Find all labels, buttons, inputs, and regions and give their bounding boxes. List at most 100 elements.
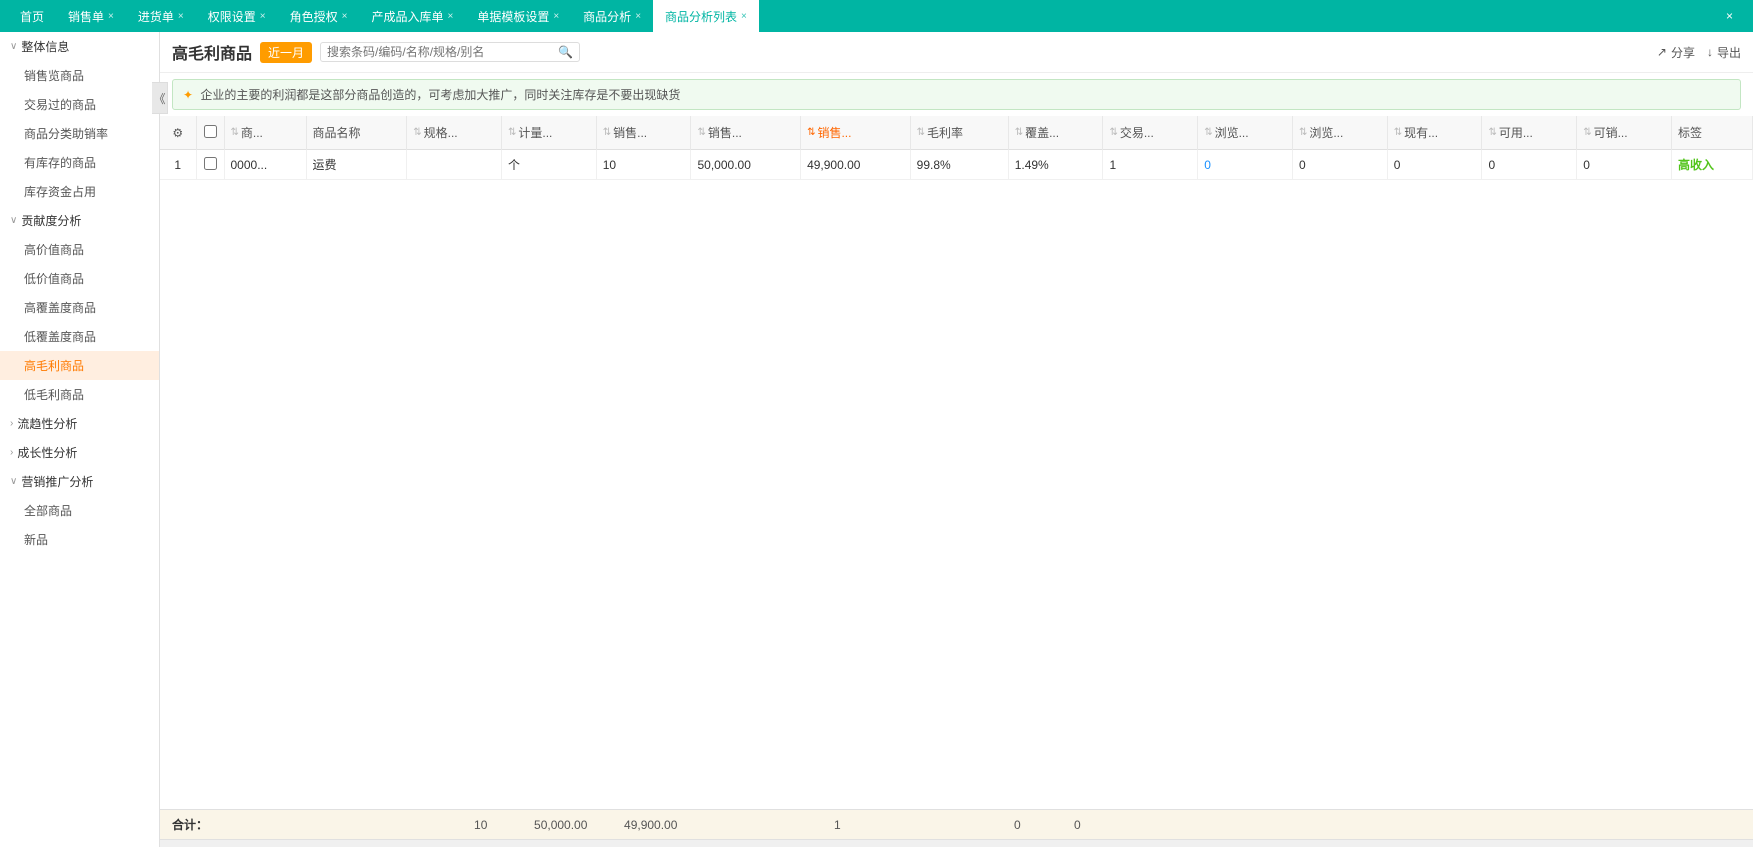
sidebar-item-sales-goods[interactable]: 销售览商品 bbox=[0, 61, 159, 90]
th-cover[interactable]: ⇅ 覆盖... bbox=[1008, 116, 1103, 150]
sidebar-item-in-stock[interactable]: 有库存的商品 bbox=[0, 148, 159, 177]
nav-item-product-analysis[interactable]: 商品分析 × bbox=[571, 0, 653, 32]
sidebar-item-all-goods[interactable]: 全部商品 bbox=[0, 496, 159, 525]
sidebar-group-growth[interactable]: › 成长性分析 bbox=[0, 438, 159, 467]
sidebar-group-overall[interactable]: ∨ 整体信息 bbox=[0, 32, 159, 61]
sidebar-group-trend[interactable]: › 流趋性分析 bbox=[0, 409, 159, 438]
sidebar-item-category-rate[interactable]: 商品分类助销率 bbox=[0, 119, 159, 148]
table-area: ⚙ ⇅ 商... 商品名称 bbox=[160, 116, 1753, 809]
th-name[interactable]: 商品名称 bbox=[306, 116, 407, 150]
chevron-right-icon-2: › bbox=[10, 447, 13, 458]
th-browse2[interactable]: ⇅ 浏览... bbox=[1292, 116, 1387, 150]
sort-icon-14: ⇅ bbox=[1583, 127, 1591, 138]
chevron-down-icon-2: ∨ bbox=[10, 215, 17, 226]
nav-item-template[interactable]: 单据模板设置 × bbox=[465, 0, 571, 32]
cell-unit: 个 bbox=[501, 150, 596, 180]
th-stock-avail[interactable]: ⇅ 可用... bbox=[1482, 116, 1577, 150]
export-button[interactable]: ↓ 导出 bbox=[1707, 44, 1741, 61]
sidebar-item-low-coverage[interactable]: 低覆盖度商品 bbox=[0, 322, 159, 351]
sidebar-item-traded-goods[interactable]: 交易过的商品 bbox=[0, 90, 159, 119]
th-tag[interactable]: 标签 bbox=[1671, 116, 1752, 150]
window-close-button[interactable]: × bbox=[1714, 9, 1745, 23]
chevron-down-icon-3: ∨ bbox=[10, 476, 17, 487]
sidebar-item-high-coverage[interactable]: 高覆盖度商品 bbox=[0, 293, 159, 322]
th-browse1[interactable]: ⇅ 浏览... bbox=[1198, 116, 1293, 150]
th-spec[interactable]: ⇅ 规格... bbox=[407, 116, 502, 150]
footer-sales-qty: 10 bbox=[468, 818, 528, 832]
cell-tag: 高收入 bbox=[1671, 150, 1752, 180]
th-sales-amt[interactable]: ⇅ 销售... bbox=[691, 116, 801, 150]
th-checkbox[interactable] bbox=[196, 116, 224, 150]
nav-item-sales[interactable]: 销售单 × bbox=[56, 0, 126, 32]
close-template-tab[interactable]: × bbox=[553, 11, 559, 22]
chevron-down-icon: ∨ bbox=[10, 41, 17, 52]
nav-item-role[interactable]: 角色授权 × bbox=[278, 0, 360, 32]
th-unit[interactable]: ⇅ 计量... bbox=[501, 116, 596, 150]
cell-browse2: 0 bbox=[1292, 150, 1387, 180]
close-role-tab[interactable]: × bbox=[342, 11, 348, 22]
sidebar-item-low-value[interactable]: 低价值商品 bbox=[0, 264, 159, 293]
filter-recent-month-button[interactable]: 近一月 bbox=[260, 42, 312, 63]
th-stock-sell[interactable]: ⇅ 可销... bbox=[1577, 116, 1672, 150]
horizontal-scrollbar[interactable] bbox=[160, 839, 1753, 847]
th-sales-qty[interactable]: ⇅ 销售... bbox=[596, 116, 691, 150]
close-permission-tab[interactable]: × bbox=[260, 11, 266, 22]
close-product-analysis-list-tab[interactable]: × bbox=[741, 11, 747, 22]
sidebar-item-high-margin[interactable]: 高毛利商品 bbox=[0, 351, 159, 380]
nav-item-home[interactable]: 首页 bbox=[8, 0, 56, 32]
content-area: 高毛利商品 近一月 🔍 ↗ 分享 ↓ 导出 ✦ 企业的主要的利润都是这部分商品创… bbox=[160, 32, 1753, 847]
sidebar-collapse-button[interactable]: 《 bbox=[152, 82, 168, 114]
settings-icon[interactable]: ⚙ bbox=[172, 126, 183, 140]
sort-icon-10: ⇅ bbox=[1204, 127, 1212, 138]
close-sales-tab[interactable]: × bbox=[108, 11, 114, 22]
sidebar-item-new-goods[interactable]: 新品 bbox=[0, 525, 159, 554]
share-icon: ↗ bbox=[1657, 45, 1667, 59]
nav-item-permission[interactable]: 权限设置 × bbox=[196, 0, 278, 32]
table-row: 1 0000... 运费 bbox=[160, 150, 1753, 180]
cell-num: 1 bbox=[160, 150, 196, 180]
row-checkbox[interactable] bbox=[204, 157, 217, 170]
cell-gross-rate: 99.8% bbox=[910, 150, 1008, 180]
star-icon: ✦ bbox=[183, 88, 193, 102]
content-header: 高毛利商品 近一月 🔍 ↗ 分享 ↓ 导出 bbox=[160, 32, 1753, 73]
sort-icon-5: ⇅ bbox=[697, 127, 705, 138]
sort-icon-3: ⇅ bbox=[508, 127, 516, 138]
cell-spec bbox=[407, 150, 502, 180]
close-product-analysis-tab[interactable]: × bbox=[635, 11, 641, 22]
th-sales-cost[interactable]: ⇅ 销售... bbox=[801, 116, 911, 150]
cell-sales-cost: 49,900.00 bbox=[801, 150, 911, 180]
sidebar-item-high-value[interactable]: 高价值商品 bbox=[0, 235, 159, 264]
footer-sales-amt: 50,000.00 bbox=[528, 818, 618, 832]
top-nav: 首页 销售单 × 进货单 × 权限设置 × 角色授权 × 产成品入库单 × 单据… bbox=[0, 0, 1753, 32]
select-all-checkbox[interactable] bbox=[204, 125, 217, 138]
close-purchase-tab[interactable]: × bbox=[178, 11, 184, 22]
cell-browse1[interactable]: 0 bbox=[1198, 150, 1293, 180]
cell-cover: 1.49% bbox=[1008, 150, 1103, 180]
close-product-stock-tab[interactable]: × bbox=[447, 11, 453, 22]
nav-item-product-analysis-list[interactable]: 商品分析列表 × bbox=[653, 0, 759, 32]
nav-item-product-stock[interactable]: 产成品入库单 × bbox=[359, 0, 465, 32]
th-stock-cur[interactable]: ⇅ 现有... bbox=[1387, 116, 1482, 150]
sidebar-group-marketing[interactable]: ∨ 营销推广分析 bbox=[0, 467, 159, 496]
share-button[interactable]: ↗ 分享 bbox=[1657, 44, 1695, 61]
footer-label: 合计： bbox=[172, 816, 208, 833]
nav-item-purchase[interactable]: 进货单 × bbox=[126, 0, 196, 32]
th-gross-rate[interactable]: ⇅ 毛利率 bbox=[910, 116, 1008, 150]
header-actions: ↗ 分享 ↓ 导出 bbox=[1657, 44, 1741, 61]
cell-sales-qty: 10 bbox=[596, 150, 691, 180]
sidebar-item-low-margin[interactable]: 低毛利商品 bbox=[0, 380, 159, 409]
th-trade[interactable]: ⇅ 交易... bbox=[1103, 116, 1198, 150]
th-settings[interactable]: ⚙ bbox=[160, 116, 196, 150]
search-icon[interactable]: 🔍 bbox=[558, 45, 573, 59]
sort-icon-12: ⇅ bbox=[1394, 127, 1402, 138]
sidebar-item-stock-capital[interactable]: 库存资金占用 bbox=[0, 177, 159, 206]
cell-stock-sell: 0 bbox=[1577, 150, 1672, 180]
footer-sales-cost: 49,900.00 bbox=[618, 818, 708, 832]
sidebar-group-contribution[interactable]: ∨ 贡献度分析 bbox=[0, 206, 159, 235]
cell-check[interactable] bbox=[196, 150, 224, 180]
export-icon: ↓ bbox=[1707, 45, 1713, 59]
search-input[interactable] bbox=[327, 45, 554, 59]
cell-name: 运费 bbox=[306, 150, 407, 180]
cell-stock-avail: 0 bbox=[1482, 150, 1577, 180]
th-code[interactable]: ⇅ 商... bbox=[224, 116, 306, 150]
